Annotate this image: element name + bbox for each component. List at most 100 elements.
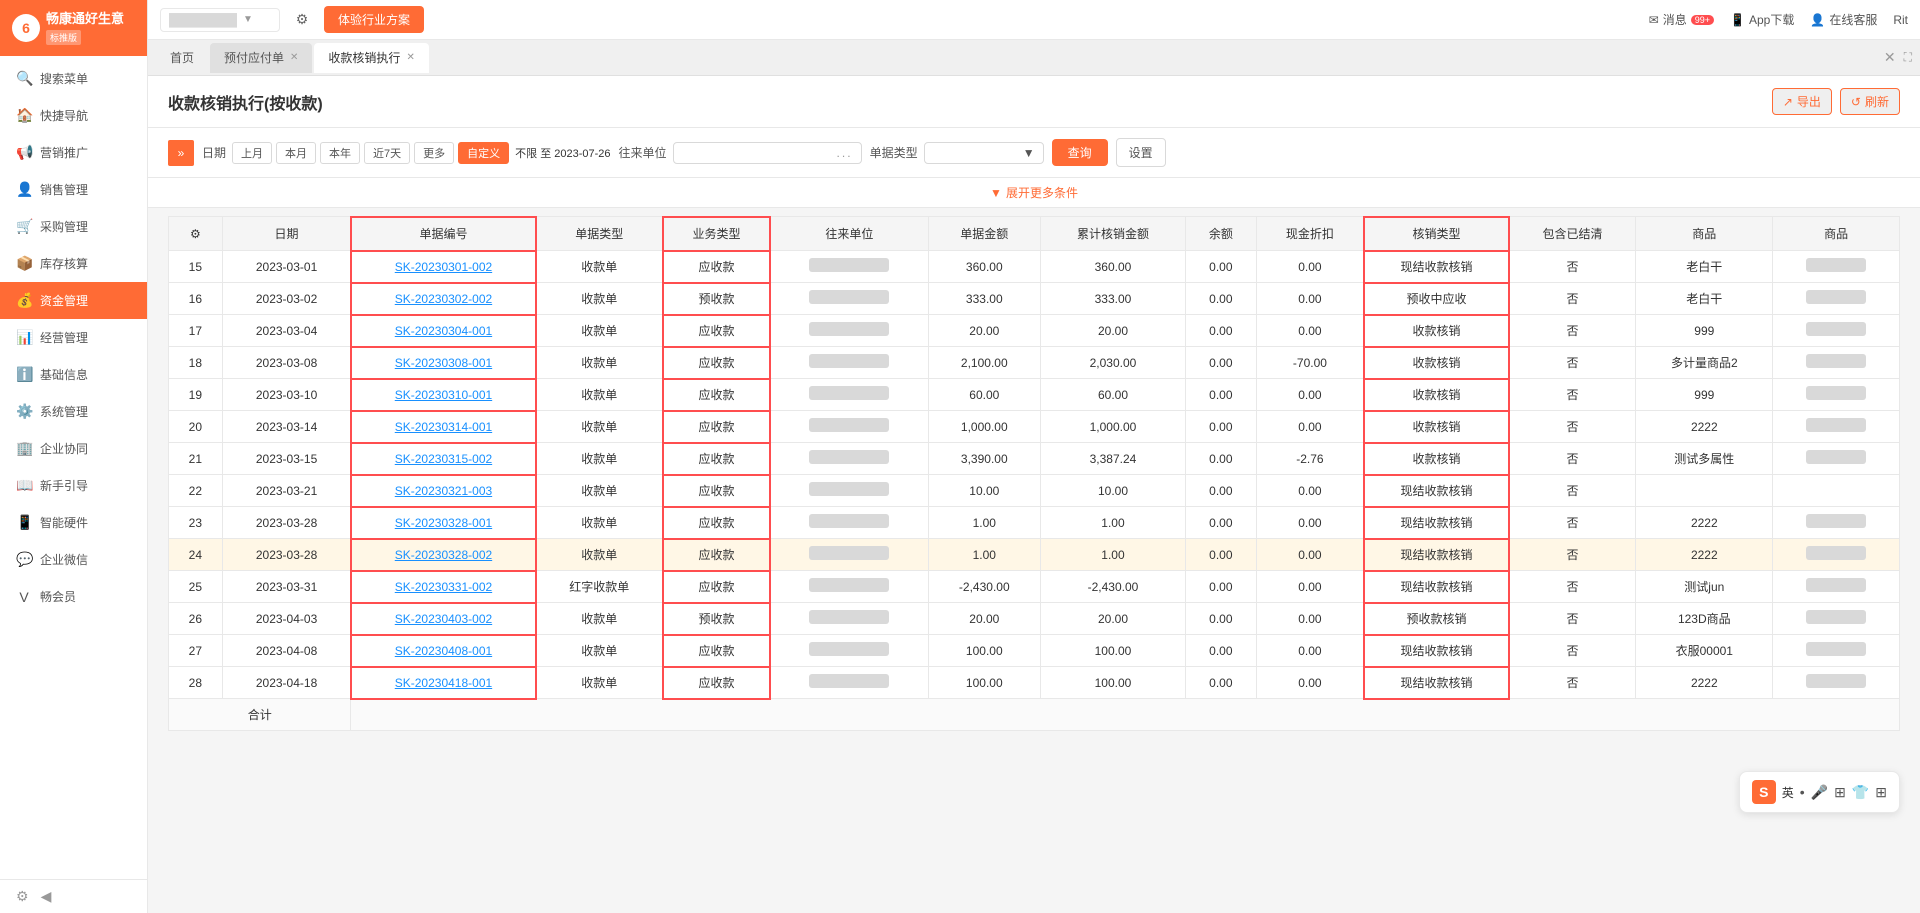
- bill-no-link[interactable]: SK-20230331-002: [395, 580, 492, 594]
- type-filter-label: 单据类型: [870, 144, 918, 161]
- th-partner[interactable]: 往来单位: [770, 217, 928, 251]
- filter-7days[interactable]: 近7天: [364, 142, 410, 164]
- sidebar-item-inventory[interactable]: 📦 库存核算: [0, 245, 147, 282]
- cell-balance: 0.00: [1186, 571, 1256, 603]
- bill-no-link[interactable]: SK-20230328-002: [395, 548, 492, 562]
- cell-discount: 0.00: [1256, 571, 1364, 603]
- messages-button[interactable]: ✉ 消息 99+: [1649, 11, 1714, 28]
- settings-button[interactable]: 设置: [1116, 138, 1166, 167]
- sidebar-item-hardware[interactable]: 📱 智能硬件: [0, 504, 147, 541]
- th-accumulated[interactable]: 累计核销金额: [1040, 217, 1185, 251]
- cell-date: 2023-04-03: [222, 603, 351, 635]
- tab-collection-label: 收款核销执行: [328, 49, 400, 66]
- sidebar-item-search[interactable]: 🔍 搜索菜单: [0, 60, 147, 97]
- bill-no-link[interactable]: SK-20230301-002: [395, 260, 492, 274]
- th-verify-type[interactable]: 核销类型: [1364, 217, 1509, 251]
- cell-partner: [770, 475, 928, 507]
- bill-no-link[interactable]: SK-20230328-001: [395, 516, 492, 530]
- th-product2[interactable]: 商品: [1773, 217, 1900, 251]
- watermark-shirt-icon[interactable]: 👕: [1852, 784, 1869, 801]
- partner-input[interactable]: [682, 146, 837, 160]
- filter-custom[interactable]: 自定义: [458, 142, 509, 164]
- bill-no-link[interactable]: SK-20230321-003: [395, 484, 492, 498]
- partner-blurred: [809, 482, 889, 496]
- app-download-button[interactable]: 📱 App下载: [1730, 11, 1794, 28]
- filter-toggle-button[interactable]: »: [168, 140, 194, 166]
- bill-no-link[interactable]: SK-20230403-002: [395, 612, 492, 626]
- bill-no-link[interactable]: SK-20230304-001: [395, 324, 492, 338]
- th-amount[interactable]: 单据金额: [928, 217, 1040, 251]
- settings-bottom-icon[interactable]: ⚙: [16, 888, 29, 905]
- tab-home[interactable]: 首页: [156, 43, 208, 73]
- refresh-button[interactable]: ↺ 刷新: [1840, 88, 1900, 115]
- message-icon: ✉: [1649, 13, 1659, 27]
- cell-discount: 0.00: [1256, 507, 1364, 539]
- sidebar-item-guide[interactable]: 📖 新手引导: [0, 467, 147, 504]
- topbar-right: ✉ 消息 99+ 📱 App下载 👤 在线客服 Rit: [1649, 11, 1908, 28]
- tabs-expand-icon[interactable]: ⛶: [1904, 50, 1912, 65]
- tab-prepay[interactable]: 预付应付单 ✕: [210, 43, 312, 73]
- online-service-button[interactable]: 👤 在线客服: [1810, 11, 1877, 28]
- bill-no-link[interactable]: SK-20230408-001: [395, 644, 492, 658]
- tabs-close-all-icon[interactable]: ✕: [1884, 49, 1896, 66]
- bill-no-link[interactable]: SK-20230302-002: [395, 292, 492, 306]
- cell-date: 2023-03-28: [222, 539, 351, 571]
- tab-prepay-close[interactable]: ✕: [290, 52, 298, 63]
- th-biz-type[interactable]: 业务类型: [663, 217, 771, 251]
- cell-included: 否: [1509, 571, 1636, 603]
- cell-product2: [1773, 315, 1900, 347]
- collapse-icon[interactable]: ◀: [41, 888, 52, 905]
- cell-bill-no: SK-20230408-001: [351, 635, 536, 667]
- tab-collection[interactable]: 收款核销执行 ✕: [314, 43, 428, 73]
- filter-this-month[interactable]: 本月: [276, 142, 316, 164]
- sidebar-item-enterprise[interactable]: 🏢 企业协同: [0, 430, 147, 467]
- cell-balance: 0.00: [1186, 315, 1256, 347]
- type-filter-select[interactable]: ▼: [924, 142, 1044, 164]
- th-discount[interactable]: 现金折扣: [1256, 217, 1364, 251]
- th-included[interactable]: 包含已结清: [1509, 217, 1636, 251]
- expand-conditions-button[interactable]: ▼ 展开更多条件: [990, 184, 1078, 201]
- table-header-row: ⚙ 日期 单据编号 单据类型 业务类型 往来单位 单据金额 累计核销金额 余额 …: [169, 217, 1900, 251]
- th-bill-no[interactable]: 单据编号: [351, 217, 536, 251]
- watermark-grid-icon[interactable]: ⊞: [1834, 784, 1846, 801]
- sidebar-item-basic[interactable]: ℹ️ 基础信息: [0, 356, 147, 393]
- bill-no-link[interactable]: SK-20230315-002: [395, 452, 492, 466]
- cell-id: 19: [169, 379, 223, 411]
- cell-included: 否: [1509, 379, 1636, 411]
- watermark-dot-icon[interactable]: •: [1800, 784, 1805, 801]
- bill-no-link[interactable]: SK-20230418-001: [395, 676, 492, 690]
- topbar-brand-selector[interactable]: ████████ ▼: [160, 8, 280, 32]
- cell-balance: 0.00: [1186, 251, 1256, 283]
- th-product1[interactable]: 商品: [1636, 217, 1773, 251]
- sidebar-item-purchase[interactable]: 🛒 采购管理: [0, 208, 147, 245]
- export-button[interactable]: ↗ 导出: [1772, 88, 1832, 115]
- query-button[interactable]: 查询: [1052, 139, 1108, 166]
- sidebar-item-operations[interactable]: 📊 经营管理: [0, 319, 147, 356]
- guide-icon: 📖: [16, 477, 32, 494]
- sidebar-item-marketing[interactable]: 📢 营销推广: [0, 134, 147, 171]
- th-settings[interactable]: ⚙: [169, 217, 223, 251]
- watermark-apps-icon[interactable]: ⊞: [1875, 784, 1887, 801]
- filter-more[interactable]: 更多: [414, 142, 454, 164]
- bill-no-link[interactable]: SK-20230308-001: [395, 356, 492, 370]
- sidebar-item-wechat[interactable]: 💬 企业微信: [0, 541, 147, 578]
- th-balance[interactable]: 余额: [1186, 217, 1256, 251]
- sidebar-item-sales[interactable]: 👤 销售管理: [0, 171, 147, 208]
- filter-last-month[interactable]: 上月: [232, 142, 272, 164]
- bill-no-link[interactable]: SK-20230310-001: [395, 388, 492, 402]
- partner-input-wrap[interactable]: ...: [673, 142, 862, 164]
- watermark-mic-icon[interactable]: 🎤: [1811, 784, 1828, 801]
- sidebar-item-member[interactable]: V 畅会员: [0, 578, 147, 615]
- topbar-gear-button[interactable]: ⚙: [288, 6, 316, 34]
- sidebar-item-system[interactable]: ⚙️ 系统管理: [0, 393, 147, 430]
- th-date[interactable]: 日期: [222, 217, 351, 251]
- solution-button[interactable]: 体验行业方案: [324, 6, 424, 33]
- sidebar-item-finance[interactable]: 💰 资金管理: [0, 282, 147, 319]
- tab-collection-close[interactable]: ✕: [406, 52, 414, 63]
- cell-product2: [1773, 443, 1900, 475]
- sidebar-item-quicknav[interactable]: 🏠 快捷导航: [0, 97, 147, 134]
- bill-no-link[interactable]: SK-20230314-001: [395, 420, 492, 434]
- th-bill-type[interactable]: 单据类型: [536, 217, 663, 251]
- user-name[interactable]: Rit: [1893, 13, 1908, 27]
- filter-this-year[interactable]: 本年: [320, 142, 360, 164]
